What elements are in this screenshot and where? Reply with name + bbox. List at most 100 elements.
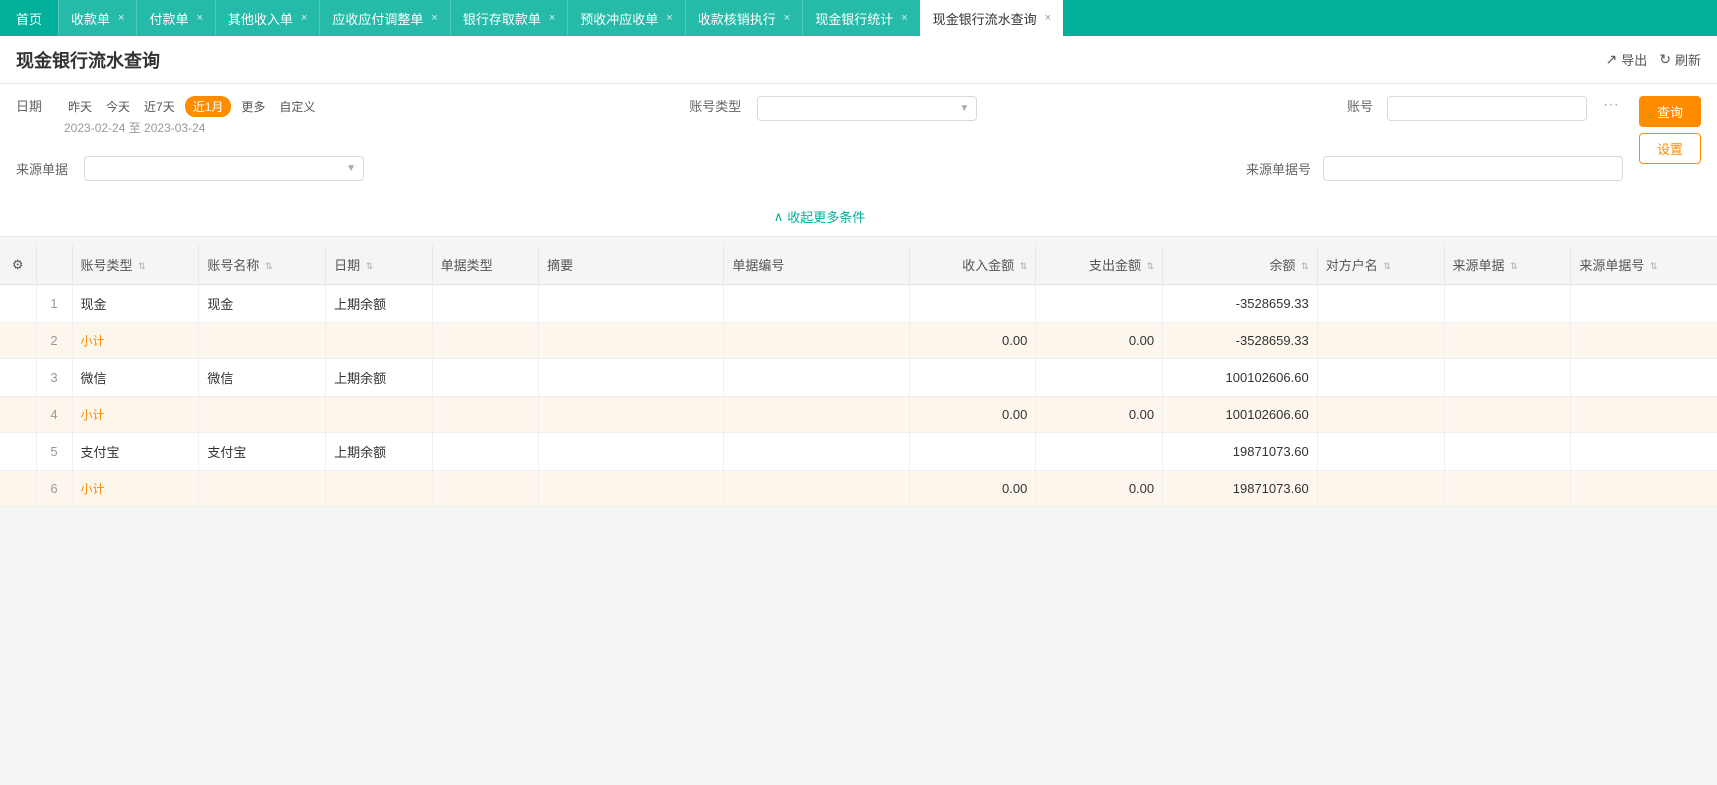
nav-tab-5[interactable]: 预收冲应收单× — [567, 0, 684, 36]
td-account-type: 支付宝 — [72, 433, 199, 471]
nav-tab-label: 其他收入单 — [228, 9, 293, 28]
nav-tab-close-icon[interactable]: × — [1045, 12, 1051, 24]
td-summary — [539, 433, 724, 471]
td-counterparty — [1317, 471, 1444, 507]
td-doc-type — [432, 397, 539, 433]
nav-tab-close-icon[interactable]: × — [301, 12, 307, 24]
td-date — [326, 397, 433, 433]
nav-tab-label: 付款单 — [149, 9, 188, 28]
nav-tab-close-icon[interactable]: × — [549, 12, 555, 24]
last7-btn[interactable]: 近7天 — [140, 96, 179, 117]
export-icon: ↗ — [1606, 51, 1618, 68]
nav-tab-0[interactable]: 收款单 × — [58, 0, 136, 36]
account-input[interactable] — [1387, 96, 1587, 121]
th-expense[interactable]: 支出金额 ⇅ — [1036, 245, 1163, 285]
td-doc-no — [724, 433, 909, 471]
td-account-name — [199, 323, 326, 359]
export-button[interactable]: ↗ 导出 — [1606, 50, 1648, 69]
source-doc-select-wrapper: ▼ — [84, 156, 364, 181]
page-header: 现金银行流水查询 ↗ 导出 ↻ 刷新 — [0, 36, 1717, 84]
nav-tab-label: 银行存取款单 — [463, 9, 541, 28]
td-source-doc — [1444, 433, 1571, 471]
nav-tab-1[interactable]: 付款单 × — [136, 0, 214, 36]
td-source-doc-no — [1571, 397, 1717, 433]
td-counterparty — [1317, 323, 1444, 359]
nav-tab-close-icon[interactable]: × — [196, 12, 202, 24]
table-header-row: ⚙ 账号类型 ⇅ 账号名称 ⇅ 日期 ⇅ 单据类型 摘要 单据编号 收入金额 ⇅… — [0, 245, 1717, 285]
td-summary — [539, 471, 724, 507]
td-index: 2 — [36, 323, 72, 359]
td-source-doc-no — [1571, 359, 1717, 397]
td-summary — [539, 323, 724, 359]
nav-tab-label: 应收应付调整单 — [332, 9, 423, 28]
th-account-type[interactable]: 账号类型 ⇅ — [72, 245, 199, 285]
td-expense: 0.00 — [1036, 471, 1163, 507]
yesterday-btn[interactable]: 昨天 — [64, 96, 96, 117]
td-income — [909, 285, 1036, 323]
td-balance: -3528659.33 — [1163, 323, 1318, 359]
date-range-text: 2023-02-24 至 2023-03-24 — [64, 119, 319, 136]
account-label: 账号 — [1347, 96, 1375, 115]
more-btn[interactable]: 更多 — [237, 96, 269, 117]
nav-tab-close-icon[interactable]: × — [431, 12, 437, 24]
th-balance[interactable]: 余额 ⇅ — [1163, 245, 1318, 285]
nav-tab-close-icon[interactable]: × — [901, 12, 907, 24]
nav-tab-close-icon[interactable]: × — [666, 12, 672, 24]
th-date[interactable]: 日期 ⇅ — [326, 245, 433, 285]
custom-btn[interactable]: 自定义 — [275, 96, 319, 117]
td-doc-no — [724, 397, 909, 433]
td-expense: 0.00 — [1036, 397, 1163, 433]
td-source-doc-no — [1571, 471, 1717, 507]
nav-tab-close-icon[interactable]: × — [784, 12, 790, 24]
nav-tab-7[interactable]: 现金银行统计× — [802, 0, 919, 36]
td-counterparty — [1317, 433, 1444, 471]
nav-tab-4[interactable]: 银行存取款单 × — [450, 0, 567, 36]
td-account-name — [199, 397, 326, 433]
td-income: 0.00 — [909, 323, 1036, 359]
nav-tab-3[interactable]: 应收应付调整单 × — [319, 0, 449, 36]
th-income[interactable]: 收入金额 ⇅ — [909, 245, 1036, 285]
th-account-name[interactable]: 账号名称 ⇅ — [199, 245, 326, 285]
last1m-btn[interactable]: 近1月 — [185, 96, 232, 117]
nav-tab-8[interactable]: 现金银行流水查询× — [920, 0, 1063, 36]
td-source-doc — [1444, 285, 1571, 323]
source-doc-select[interactable] — [84, 156, 364, 181]
nav-tab-label: 收款单 — [71, 9, 110, 28]
table-row: 6小计0.000.0019871073.60 — [0, 471, 1717, 507]
collapse-bar[interactable]: ∧ 收起更多条件 — [16, 205, 1623, 228]
td-account-name — [199, 471, 326, 507]
query-button[interactable]: 查询 — [1639, 96, 1701, 127]
td-index: 6 — [36, 471, 72, 507]
header-actions: ↗ 导出 ↻ 刷新 — [1606, 50, 1702, 69]
th-source-doc[interactable]: 来源单据 ⇅ — [1444, 245, 1571, 285]
account-more-icon[interactable]: ··· — [1599, 96, 1623, 114]
data-table: ⚙ 账号类型 ⇅ 账号名称 ⇅ 日期 ⇅ 单据类型 摘要 单据编号 收入金额 ⇅… — [0, 245, 1717, 507]
account-type-select[interactable] — [757, 96, 977, 121]
td-expense — [1036, 433, 1163, 471]
td-expense: 0.00 — [1036, 323, 1163, 359]
nav-tab-close-icon[interactable]: × — [118, 12, 124, 24]
nav-home[interactable]: 首页 — [0, 0, 58, 36]
refresh-icon: ↻ — [1659, 51, 1671, 68]
td-source-doc-no — [1571, 285, 1717, 323]
th-counterparty[interactable]: 对方户名 ⇅ — [1317, 245, 1444, 285]
td-account-type: 小计 — [72, 397, 199, 433]
td-doc-no — [724, 359, 909, 397]
refresh-button[interactable]: ↻ 刷新 — [1659, 50, 1701, 69]
td-account-name: 支付宝 — [199, 433, 326, 471]
today-btn[interactable]: 今天 — [102, 96, 134, 117]
th-gear[interactable]: ⚙ — [0, 245, 36, 285]
td-counterparty — [1317, 359, 1444, 397]
td-balance: 100102606.60 — [1163, 359, 1318, 397]
td-source-doc-no — [1571, 323, 1717, 359]
table-row: 3微信微信上期余额100102606.60 — [0, 359, 1717, 397]
nav-tab-2[interactable]: 其他收入单 × — [215, 0, 319, 36]
table-row: 2小计0.000.00-3528659.33 — [0, 323, 1717, 359]
source-doc-no-input[interactable] — [1323, 156, 1623, 181]
td-date: 上期余额 — [326, 285, 433, 323]
account-type-select-wrapper: ▼ — [757, 96, 977, 121]
settings-button[interactable]: 设置 — [1639, 133, 1701, 164]
th-source-doc-no[interactable]: 来源单据号 ⇅ — [1571, 245, 1717, 285]
td-doc-type — [432, 471, 539, 507]
nav-tab-6[interactable]: 收款核销执行× — [685, 0, 802, 36]
